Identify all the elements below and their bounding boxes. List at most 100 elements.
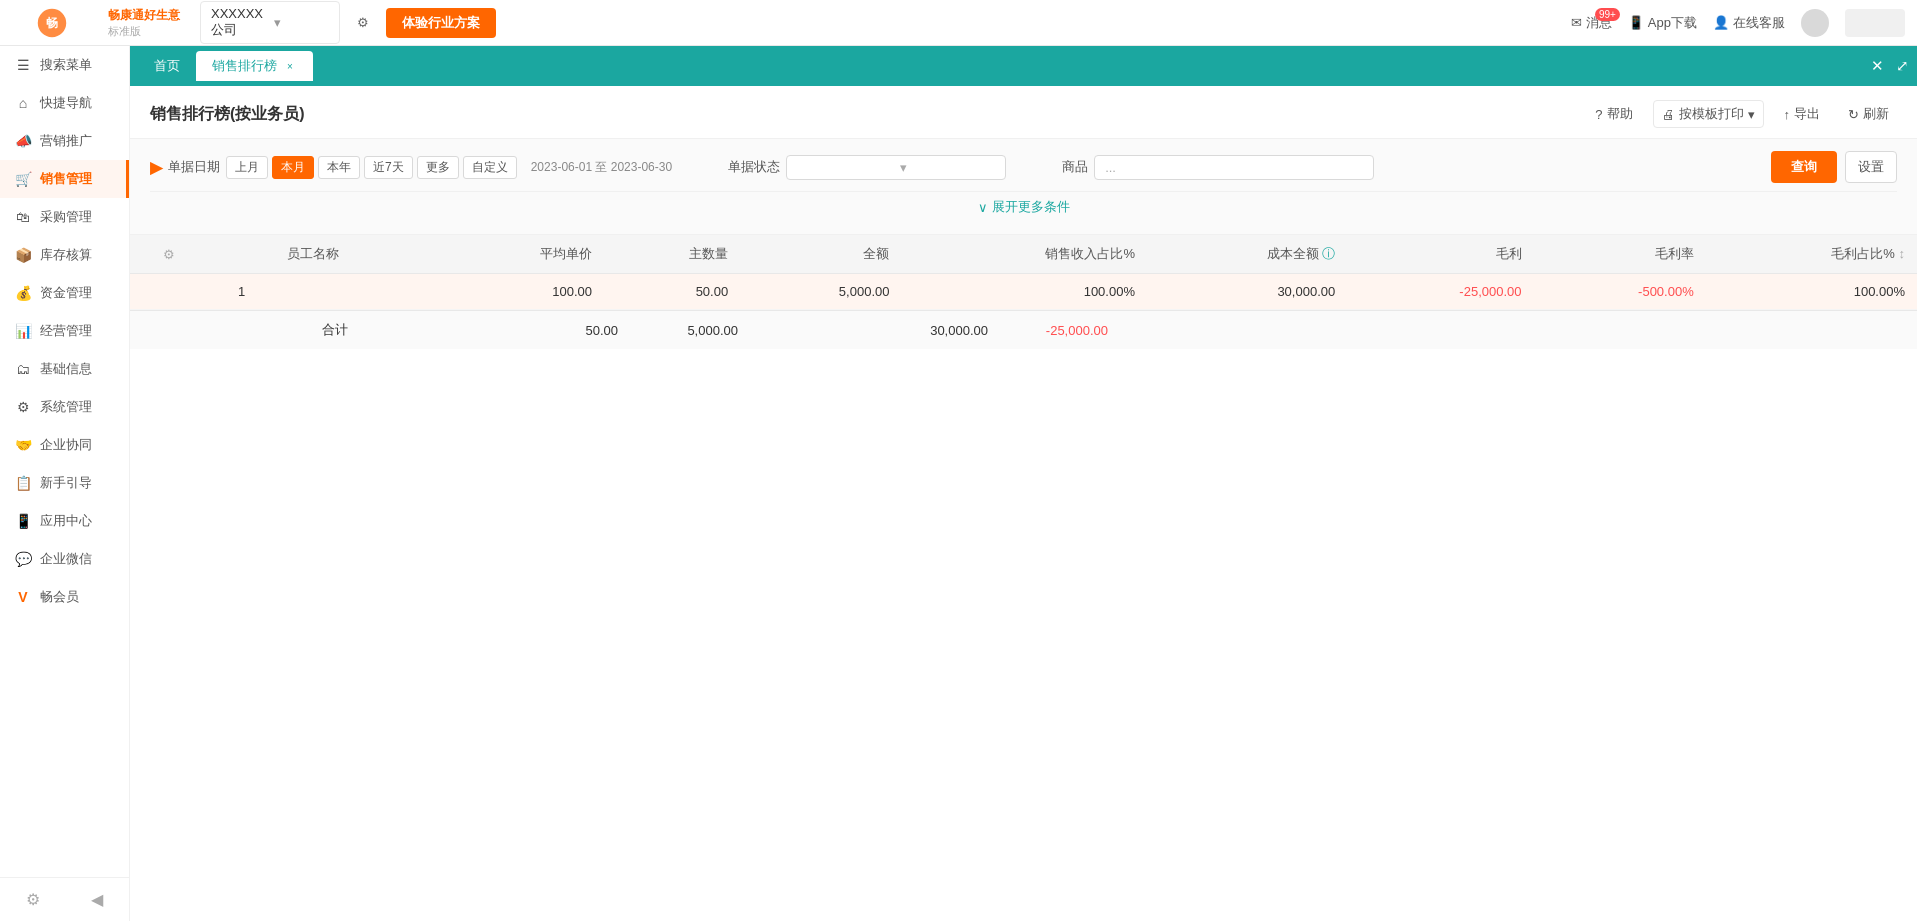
row-sales-pct: 100.00% (901, 274, 1147, 310)
row-gross: -25,000.00 (1347, 274, 1533, 310)
export-button[interactable]: ↑ 导出 (1776, 101, 1829, 127)
export-icon: ↑ (1784, 107, 1791, 122)
member-icon: V (14, 588, 32, 606)
refresh-button[interactable]: ↻ 刷新 (1840, 101, 1897, 127)
settings-button[interactable]: 设置 (1845, 151, 1897, 183)
row-amount: 5,000.00 (740, 274, 901, 310)
date-filter-group: ▶ 单据日期 上月 本月 本年 近7天 更多 自定义 2023-06-01 至 … (150, 156, 672, 179)
page-title: 销售排行榜(按业务员) (150, 104, 305, 125)
filter-collapse-icon[interactable]: ▶ (150, 158, 162, 177)
date-custom-btn[interactable]: 自定义 (463, 156, 517, 179)
brand-name: 畅康通好生意 标准版 (108, 7, 180, 39)
print-button[interactable]: 🖨 按模板打印 ▾ (1653, 100, 1764, 128)
sidebar-item-sales[interactable]: 🛒 销售管理 (0, 160, 129, 198)
help-button[interactable]: ? 帮助 (1587, 101, 1640, 127)
top-right-area: ✉ 消息 99+ 📱 App下载 👤 在线客服 (1571, 9, 1905, 37)
sidebar-item-enterprise[interactable]: 🤝 企业协同 (0, 426, 129, 464)
status-arrow-icon: ▾ (900, 160, 995, 175)
chevron-down-icon: ▾ (274, 15, 329, 30)
page-actions: ? 帮助 🖨 按模板打印 ▾ ↑ 导出 ↻ (1587, 100, 1897, 128)
print-icon: 🖨 (1662, 107, 1675, 122)
sidebar-item-app-center[interactable]: 📱 应用中心 (0, 502, 129, 540)
expand-down-icon: ∨ (978, 200, 988, 215)
enterprise-icon: 🤝 (14, 436, 32, 454)
tab-close-icon[interactable]: × (283, 59, 297, 73)
app-download-button[interactable]: 📱 App下载 (1628, 14, 1697, 32)
date-last-month-btn[interactable]: 上月 (226, 156, 268, 179)
col-gross-rate: 毛利率 (1534, 235, 1706, 274)
window-maximize-icon[interactable]: ⤢ (1896, 57, 1909, 75)
sidebar-item-quick-nav[interactable]: ⌂ 快捷导航 (0, 84, 129, 122)
date-7days-btn[interactable]: 近7天 (364, 156, 413, 179)
col-rank (208, 235, 276, 274)
print-arrow-icon: ▾ (1748, 107, 1755, 122)
sidebar-item-basic-info[interactable]: 🗂 基础信息 (0, 350, 129, 388)
date-this-month-btn[interactable]: 本月 (272, 156, 314, 179)
col-qty: 主数量 (604, 235, 740, 274)
tab-home[interactable]: 首页 (138, 51, 196, 81)
filter-row-1: ▶ 单据日期 上月 本月 本年 近7天 更多 自定义 2023-06-01 至 … (150, 151, 1897, 183)
sidebar-item-search-order[interactable]: ☰ 搜索菜单 (0, 46, 129, 84)
footer-name: 合计 (310, 321, 430, 339)
sidebar-settings-icon[interactable]: ⚙ (26, 890, 40, 909)
goods-filter-group: 商品 ... (1062, 155, 1374, 180)
row-gross-pct: 100.00% (1706, 274, 1917, 310)
footer-cost: 30,000.00 (870, 323, 1000, 338)
row-avg-price: 100.00 (440, 274, 604, 310)
inventory-icon: 📦 (14, 246, 32, 264)
sidebar-item-member[interactable]: V 畅会员 (0, 578, 129, 616)
col-settings[interactable]: ⚙ (130, 235, 208, 274)
table-wrapper: ⚙ 员工名称 平均单价 主数量 全额 销售收入占比% 成本全额 ⓘ (130, 235, 1917, 310)
sidebar-item-purchase[interactable]: 🛍 采购管理 (0, 198, 129, 236)
message-icon: ✉ (1571, 15, 1582, 30)
date-range-display: 2023-06-01 至 2023-06-30 (531, 159, 672, 176)
sidebar-item-guide[interactable]: 📋 新手引导 (0, 464, 129, 502)
col-cost: 成本全额 ⓘ (1147, 235, 1347, 274)
table-footer: 合计 50.00 5,000.00 30,000.00 -25,000.00 (130, 310, 1917, 349)
tab-sales-ranking[interactable]: 销售排行榜 × (196, 51, 313, 81)
sidebar-bottom: ⚙ ◀ (0, 877, 129, 921)
basic-info-icon: 🗂 (14, 360, 32, 378)
guide-icon: 📋 (14, 474, 32, 492)
company-selector[interactable]: XXXXXX公司 ▾ (200, 1, 340, 44)
goods-select[interactable]: ... (1094, 155, 1374, 180)
trial-button[interactable]: 体验行业方案 (386, 8, 496, 38)
mobile-icon: 📱 (1628, 15, 1644, 30)
action-buttons: 查询 设置 (1771, 151, 1897, 183)
sidebar-collapse-icon[interactable]: ◀ (91, 890, 103, 909)
gross-pct-icon[interactable]: ↕ (1899, 246, 1906, 261)
table-row: 1 100.00 50.00 5,000.00 100.00% 30,000.0… (130, 274, 1917, 310)
online-service-button[interactable]: 👤 在线客服 (1713, 14, 1785, 32)
footer-amount: 5,000.00 (630, 323, 750, 338)
avatar[interactable] (1801, 9, 1829, 37)
wechat-icon: 💬 (14, 550, 32, 568)
user-name-display (1845, 9, 1905, 37)
sidebar-item-finance[interactable]: 💰 资金管理 (0, 274, 129, 312)
sidebar-item-wechat[interactable]: 💬 企业微信 (0, 540, 129, 578)
sidebar-item-inventory[interactable]: 📦 库存核算 (0, 236, 129, 274)
col-sales-pct: 销售收入占比% (901, 235, 1147, 274)
expand-more-button[interactable]: ∨ 展开更多条件 (978, 198, 1070, 216)
app-center-icon: 📱 (14, 512, 32, 530)
date-more-btn[interactable]: 更多 (417, 156, 459, 179)
message-button[interactable]: ✉ 消息 99+ (1571, 14, 1612, 32)
col-gross-pct: 毛利占比% ↕ (1706, 235, 1917, 274)
cost-info-icon[interactable]: ⓘ (1322, 246, 1335, 261)
refresh-icon: ↻ (1848, 107, 1859, 122)
help-icon: ? (1595, 107, 1602, 122)
status-select[interactable]: ▾ (786, 155, 1006, 180)
settings-icon[interactable]: ⚙ (348, 8, 378, 38)
tab-window-controls: ✕ ⤢ (1871, 57, 1909, 75)
sidebar-item-marketing[interactable]: 📣 营销推广 (0, 122, 129, 160)
status-filter-group: 单据状态 ▾ (728, 155, 1006, 180)
window-close-icon[interactable]: ✕ (1871, 57, 1884, 75)
purchase-icon: 🛍 (14, 208, 32, 226)
sidebar-item-operations[interactable]: 📊 经营管理 (0, 312, 129, 350)
svg-text:畅: 畅 (46, 16, 58, 30)
data-table: ⚙ 员工名称 平均单价 主数量 全额 销售收入占比% 成本全额 ⓘ (130, 235, 1917, 310)
query-button[interactable]: 查询 (1771, 151, 1837, 183)
sidebar-item-system[interactable]: ⚙ 系统管理 (0, 388, 129, 426)
finance-icon: 💰 (14, 284, 32, 302)
date-this-year-btn[interactable]: 本年 (318, 156, 360, 179)
col-avg-price: 平均单价 (440, 235, 604, 274)
